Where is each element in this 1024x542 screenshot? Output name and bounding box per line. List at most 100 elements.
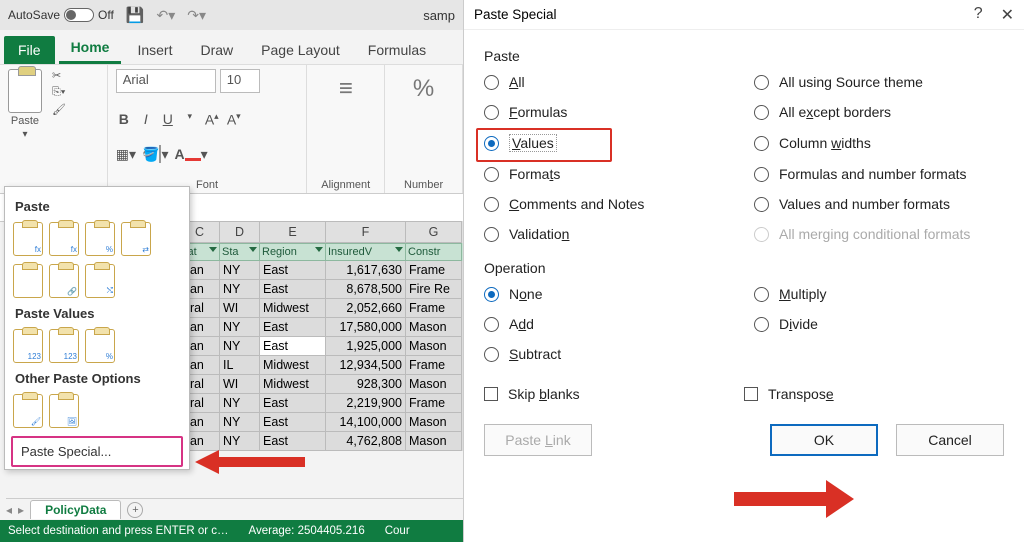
paste-label: Paste (11, 115, 39, 127)
italic-button[interactable]: I (138, 111, 154, 128)
annotation-arrow (195, 450, 305, 474)
cut-icon[interactable]: ✂ (52, 69, 66, 82)
autosave-toggle[interactable]: AutoSave Off (8, 8, 114, 22)
status-average: Average: 2504405.216 (249, 525, 365, 537)
redo-icon[interactable]: ↷▾ (187, 7, 206, 24)
paste-button[interactable]: Paste ▾ (8, 69, 42, 140)
table-row[interactable]: banNYEast1,925,000Mason (180, 337, 463, 356)
save-icon[interactable]: 💾 (126, 6, 145, 24)
fill-color-icon[interactable]: 🪣▾ (142, 146, 168, 163)
table-row[interactable]: banNYEast4,762,808Mason (180, 432, 463, 451)
paste-values-icon[interactable]: % (85, 329, 115, 363)
clipboard-group: Paste ▾ ✂ ⎘▾ 🖌 (0, 65, 108, 193)
paste-menu: Paste fx fx % ⇄ 🔗 ⤭ Paste Values 123 123… (4, 186, 190, 470)
table-header-row[interactable]: cat Sta Region InsuredV Constr (180, 243, 463, 261)
paste-values-icon[interactable]: 123 (49, 329, 79, 363)
number-group[interactable]: % Number (385, 65, 463, 193)
status-bar: Select destination and press ENTER or c…… (0, 520, 463, 542)
font-size-select[interactable]: 10 (220, 69, 260, 93)
radio-values[interactable]: Values (484, 134, 744, 152)
tab-home[interactable]: Home (59, 33, 122, 64)
checkbox-skip-blanks[interactable]: Skip blanks (484, 386, 744, 402)
filter-icon[interactable] (249, 247, 257, 252)
section-paste-label: Paste (484, 48, 1004, 64)
sheet-tab[interactable]: PolicyData (30, 500, 121, 519)
cancel-button[interactable]: Cancel (896, 424, 1004, 456)
paste-option-icon[interactable]: ⇄ (121, 222, 151, 256)
radio-values-num[interactable]: Values and number formats (754, 196, 1014, 212)
table-row[interactable]: banILMidwest12,934,500Frame (180, 356, 463, 375)
radio-add[interactable]: Add (484, 316, 744, 332)
radio-except-borders[interactable]: All except borders (754, 104, 1014, 120)
sheet-tab-strip: ◂ ▸ PolicyData + (6, 498, 463, 520)
ribbon-tabs: File Home Insert Draw Page Layout Formul… (0, 30, 463, 64)
help-icon[interactable]: ? (974, 5, 983, 25)
radio-divide[interactable]: Divide (754, 316, 1014, 332)
title-bar: AutoSave Off 💾 ↶▾ ↷▾ samp (0, 0, 463, 30)
tab-insert[interactable]: Insert (125, 36, 184, 64)
table-row[interactable]: banNYEast14,100,000Mason (180, 413, 463, 432)
paste-special-menuitem[interactable]: Paste Special... (11, 436, 183, 467)
paste-option-icon[interactable]: fx (49, 222, 79, 256)
chevron-down-icon[interactable]: ▾ (22, 129, 27, 140)
alignment-group[interactable]: ≡ Alignment (307, 65, 385, 193)
increase-font-icon[interactable]: A▴ (204, 111, 220, 128)
radio-multiply[interactable]: Multiply (754, 286, 1014, 302)
undo-icon[interactable]: ↶▾ (157, 7, 176, 24)
radio-theme[interactable]: All using Source theme (754, 74, 1014, 90)
sheet-nav-prev-icon[interactable]: ◂ (6, 503, 12, 517)
status-count: Cour (385, 525, 410, 537)
table-row[interactable]: uralWIMidwest928,300Mason (180, 375, 463, 394)
format-painter-icon[interactable]: 🖌 (52, 103, 66, 116)
radio-formulas-num[interactable]: Formulas and number formats (754, 166, 1014, 182)
add-sheet-button[interactable]: + (127, 502, 143, 518)
paste-option-icon[interactable]: 🔗 (49, 264, 79, 298)
dialog-title: Paste Special (474, 7, 557, 22)
paste-menu-section-values: Paste Values (11, 302, 183, 325)
status-message: Select destination and press ENTER or c… (8, 525, 229, 537)
radio-formulas[interactable]: Formulas (484, 104, 744, 120)
tab-draw[interactable]: Draw (188, 36, 245, 64)
underline-chevron-icon[interactable]: ▾ (182, 111, 198, 128)
tab-formulas[interactable]: Formulas (356, 36, 438, 64)
tab-page-layout[interactable]: Page Layout (249, 36, 352, 64)
close-icon[interactable]: ✕ (1001, 5, 1014, 25)
tab-file[interactable]: File (4, 36, 55, 64)
filter-icon[interactable] (315, 247, 323, 252)
radio-none[interactable]: None (484, 286, 744, 302)
table-row[interactable]: banNYEast1,617,630Frame (180, 261, 463, 280)
underline-button[interactable]: U (160, 111, 176, 128)
radio-comments[interactable]: Comments and Notes (484, 196, 744, 212)
paste-menu-section-paste: Paste (11, 195, 183, 218)
worksheet-grid[interactable]: C D E F G cat Sta Region InsuredV Constr… (180, 221, 463, 451)
table-row[interactable]: banNYEast8,678,500Fire Re (180, 280, 463, 299)
radio-formats[interactable]: Formats (484, 166, 744, 182)
borders-icon[interactable]: ▦▾ (116, 146, 136, 163)
font-color-icon[interactable]: A▾ (175, 146, 208, 163)
radio-validation[interactable]: Validation (484, 226, 744, 242)
table-row[interactable]: uralNYEast2,219,900Frame (180, 394, 463, 413)
ok-button[interactable]: OK (770, 424, 878, 456)
radio-col-widths[interactable]: Column widths (754, 134, 1014, 152)
paste-other-icon[interactable]: 🖼 (49, 394, 79, 428)
paste-values-icon[interactable]: 123 (13, 329, 43, 363)
table-row[interactable]: uralWIMidwest2,052,660Frame (180, 299, 463, 318)
paste-option-icon[interactable]: % (85, 222, 115, 256)
sheet-nav-next-icon[interactable]: ▸ (18, 503, 24, 517)
paste-option-icon[interactable] (13, 264, 43, 298)
radio-subtract[interactable]: Subtract (484, 346, 744, 362)
filter-icon[interactable] (395, 247, 403, 252)
decrease-font-icon[interactable]: A▾ (226, 111, 242, 128)
radio-all[interactable]: All (484, 74, 744, 90)
column-headers[interactable]: C D E F G (180, 221, 463, 243)
toggle-pill-icon[interactable] (64, 8, 94, 22)
table-row[interactable]: banNYEast17,580,000Mason (180, 318, 463, 337)
paste-other-icon[interactable]: 🖌 (13, 394, 43, 428)
paste-option-icon[interactable]: fx (13, 222, 43, 256)
filter-icon[interactable] (209, 247, 217, 252)
font-name-select[interactable]: Arial (116, 69, 216, 93)
bold-button[interactable]: B (116, 111, 132, 128)
copy-icon[interactable]: ⎘▾ (52, 86, 66, 99)
paste-option-icon[interactable]: ⤭ (85, 264, 115, 298)
checkbox-transpose[interactable]: Transpose (744, 386, 1004, 402)
